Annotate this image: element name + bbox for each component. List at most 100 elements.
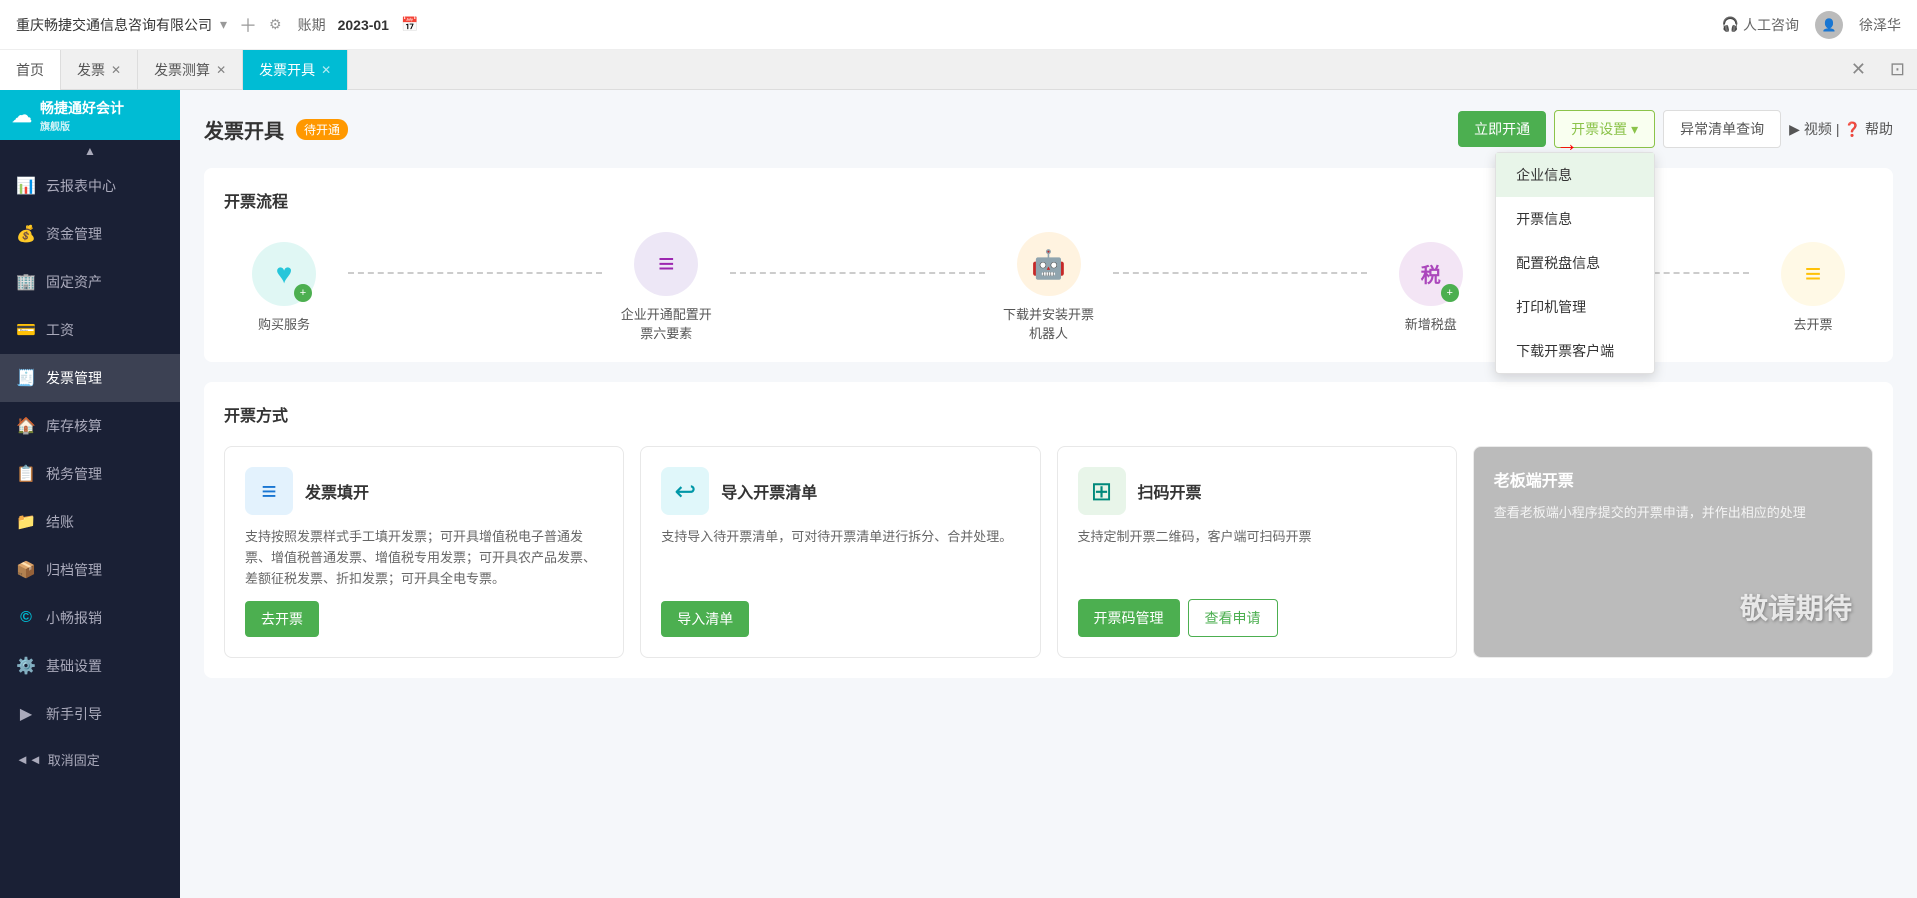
sidebar-scroll-up[interactable]: ▲: [0, 140, 180, 162]
tab-invoice-calc-close[interactable]: ✕: [216, 63, 226, 77]
tab-invoice[interactable]: 发票 ✕: [61, 50, 138, 90]
tab-invoice-open-close[interactable]: ✕: [321, 63, 331, 77]
manual-go-btn[interactable]: 去开票: [245, 601, 319, 637]
sidebar-bottom-label: 取消固定: [48, 750, 100, 769]
sidebar: ☁ 畅捷通好会计 旗舰版 ▲ 📊 云报表中心 💰 资金管理 🏢 固定资产 💳 工…: [0, 90, 180, 898]
sidebar-item-basic-settings[interactable]: ⚙️ 基础设置: [0, 642, 180, 690]
title-actions: 立即开通 开票设置 ▾ → 企业: [1458, 110, 1893, 148]
user-service[interactable]: 🎧 人工咨询: [1722, 15, 1799, 35]
sidebar-item-cloud-report[interactable]: 📊 云报表中心: [0, 162, 180, 210]
sidebar-item-fund-mgmt[interactable]: 💰 资金管理: [0, 210, 180, 258]
dropdown-item-tax-disk[interactable]: 配置税盘信息: [1496, 241, 1654, 285]
dropdown-item-company-info[interactable]: 企业信息: [1496, 153, 1654, 197]
dropdown-item-invoice-info[interactable]: 开票信息: [1496, 197, 1654, 241]
method-card-boss: 老板端开票 查看老板端小程序提交的开票申请，并作出相应的处理 敬请期待: [1473, 446, 1873, 658]
page-title: 发票开具: [204, 115, 284, 144]
method-desc-import: 支持导入待开票清单，可对待开票清单进行拆分、合并处理。: [661, 527, 1019, 548]
calendar-icon[interactable]: 📅: [401, 16, 418, 33]
scan-view-btn[interactable]: 查看申请: [1188, 599, 1278, 637]
sidebar-item-tax-mgmt-label: 税务管理: [46, 464, 102, 484]
methods-grid: ≡ 发票填开 支持按照发票样式手工填开发票；可开具增值税电子普通发票、增值税普通…: [224, 446, 1873, 658]
video-btn[interactable]: ▶ 视频 | ❓ 帮助: [1789, 119, 1893, 139]
red-arrow-icon: →: [1556, 131, 1578, 157]
help-icon: ❓: [1844, 121, 1861, 138]
sidebar-item-fixed-assets[interactable]: 🏢 固定资产: [0, 258, 180, 306]
settings-dropdown-menu: → 企业信息 开票信息 配置税盘信息: [1495, 152, 1655, 374]
method-icon-scan: ⊞: [1078, 467, 1126, 515]
sidebar-item-fund-mgmt-label: 资金管理: [46, 224, 102, 244]
flow-step-5-label: 去开票: [1793, 314, 1832, 333]
main-layout: ☁ 畅捷通好会计 旗舰版 ▲ 📊 云报表中心 💰 资金管理 🏢 固定资产 💳 工…: [0, 90, 1917, 898]
basic-settings-icon: ⚙️: [16, 656, 36, 676]
sidebar-item-tax-mgmt[interactable]: 📋 税务管理: [0, 450, 180, 498]
tab-invoice-open-label: 发票开具: [259, 60, 315, 80]
tab-invoice-close[interactable]: ✕: [111, 63, 121, 77]
headset-icon: 🎧: [1722, 16, 1739, 33]
dropdown-item-printer[interactable]: 打印机管理: [1496, 285, 1654, 329]
report-icon: ©: [16, 608, 36, 628]
tab-invoice-open[interactable]: 发票开具 ✕: [243, 50, 348, 90]
sidebar-logo: ☁ 畅捷通好会计 旗舰版: [0, 90, 180, 140]
fixed-assets-icon: 🏢: [16, 272, 36, 292]
flow-step-3-icon: 🤖: [1017, 232, 1081, 296]
main-content: 发票开具 待开通 立即开通 开票设置 ▾ →: [180, 90, 1917, 898]
dropdown-item-download-client[interactable]: 下载开票客户端: [1496, 329, 1654, 373]
sidebar-item-settlement[interactable]: 📁 结账: [0, 498, 180, 546]
sidebar-item-payroll[interactable]: 💳 工资: [0, 306, 180, 354]
tab-invoice-calc[interactable]: 发票测算 ✕: [138, 50, 243, 90]
page-title-row: 发票开具 待开通 立即开通 开票设置 ▾ →: [204, 110, 1893, 148]
new-guide-icon: ▶: [16, 704, 36, 724]
method-desc-boss: 查看老板端小程序提交的开票申请，并作出相应的处理: [1494, 503, 1806, 524]
import-list-btn[interactable]: 导入清单: [661, 601, 749, 637]
tab-invoice-label: 发票: [77, 60, 105, 80]
dropdown-arrow-company[interactable]: ▾: [220, 16, 227, 33]
fund-mgmt-icon: 💰: [16, 224, 36, 244]
logo-text: 畅捷通好会计: [40, 98, 124, 118]
flow-step-1-label: 购买服务: [258, 314, 310, 333]
tax-mgmt-icon: 📋: [16, 464, 36, 484]
sidebar-item-inventory[interactable]: 🏠 库存核算: [0, 402, 180, 450]
method-desc-scan: 支持定制开票二维码，客户端可扫码开票: [1078, 527, 1436, 548]
flow-step-4: 税 + 新增税盘: [1371, 242, 1491, 333]
flow-step-5: ≡ 去开票: [1753, 242, 1873, 333]
sidebar-bottom-action[interactable]: ◄◄ 取消固定: [0, 738, 180, 781]
maximize-btn[interactable]: ⊡: [1878, 59, 1917, 80]
tab-home[interactable]: 首页: [0, 50, 61, 90]
settlement-icon: 📁: [16, 512, 36, 532]
sidebar-item-fixed-assets-label: 固定资产: [46, 272, 102, 292]
sidebar-item-invoice-mgmt-label: 发票管理: [46, 368, 102, 388]
flow-step-3-label: 下载并安装开票机器人: [999, 304, 1099, 342]
account-period-value: 2023-01: [338, 17, 389, 33]
sidebar-item-settlement-label: 结账: [46, 512, 74, 532]
flow-connector-3: [1113, 272, 1367, 274]
sidebar-item-archive-label: 归档管理: [46, 560, 102, 580]
step4-badge: +: [1441, 284, 1459, 302]
method-desc-manual: 支持按照发票样式手工填开发票；可开具增值税电子普通发票、增值税普通发票、增值税专…: [245, 527, 603, 589]
flow-step-4-icon: 税 +: [1399, 242, 1463, 306]
close-window-btn[interactable]: ✕: [1839, 59, 1878, 80]
sidebar-item-invoice-mgmt[interactable]: 🧾 发票管理: [0, 354, 180, 402]
sidebar-item-report[interactable]: © 小畅报销: [0, 594, 180, 642]
method-card-manual: ≡ 发票填开 支持按照发票样式手工填开发票；可开具增值税电子普通发票、增值税普通…: [224, 446, 624, 658]
scan-qr-btn[interactable]: 开票码管理: [1078, 599, 1180, 637]
payroll-icon: 💳: [16, 320, 36, 340]
add-company-btn[interactable]: ＋: [239, 12, 257, 38]
settings-dropdown-wrapper: 开票设置 ▾ → 企业信息: [1554, 110, 1655, 148]
sidebar-item-new-guide-label: 新手引导: [46, 704, 102, 724]
method-title-scan: 扫码开票: [1138, 479, 1202, 503]
method-header-manual: ≡ 发票填开: [245, 467, 603, 515]
settings-icon[interactable]: ⚙: [269, 16, 282, 33]
user-avatar: 👤: [1815, 11, 1843, 39]
anomaly-btn[interactable]: 异常清单查询: [1663, 110, 1781, 148]
tabs-bar: 首页 发票 ✕ 发票测算 ✕ 发票开具 ✕ ✕ ⊡: [0, 50, 1917, 90]
method-icon-import: ↩: [661, 467, 709, 515]
method-actions-manual: 去开票: [245, 601, 603, 637]
sidebar-item-archive[interactable]: 📦 归档管理: [0, 546, 180, 594]
activate-btn[interactable]: 立即开通: [1458, 111, 1546, 147]
settings-btn-label: 开票设置: [1571, 119, 1627, 139]
company-name: 重庆畅捷交通信息咨询有限公司: [16, 15, 212, 35]
sidebar-item-new-guide[interactable]: ▶ 新手引导: [0, 690, 180, 738]
flow-step-1: ♥ + 购买服务: [224, 242, 344, 333]
archive-icon: 📦: [16, 560, 36, 580]
invoice-methods-title: 开票方式: [224, 402, 1873, 426]
